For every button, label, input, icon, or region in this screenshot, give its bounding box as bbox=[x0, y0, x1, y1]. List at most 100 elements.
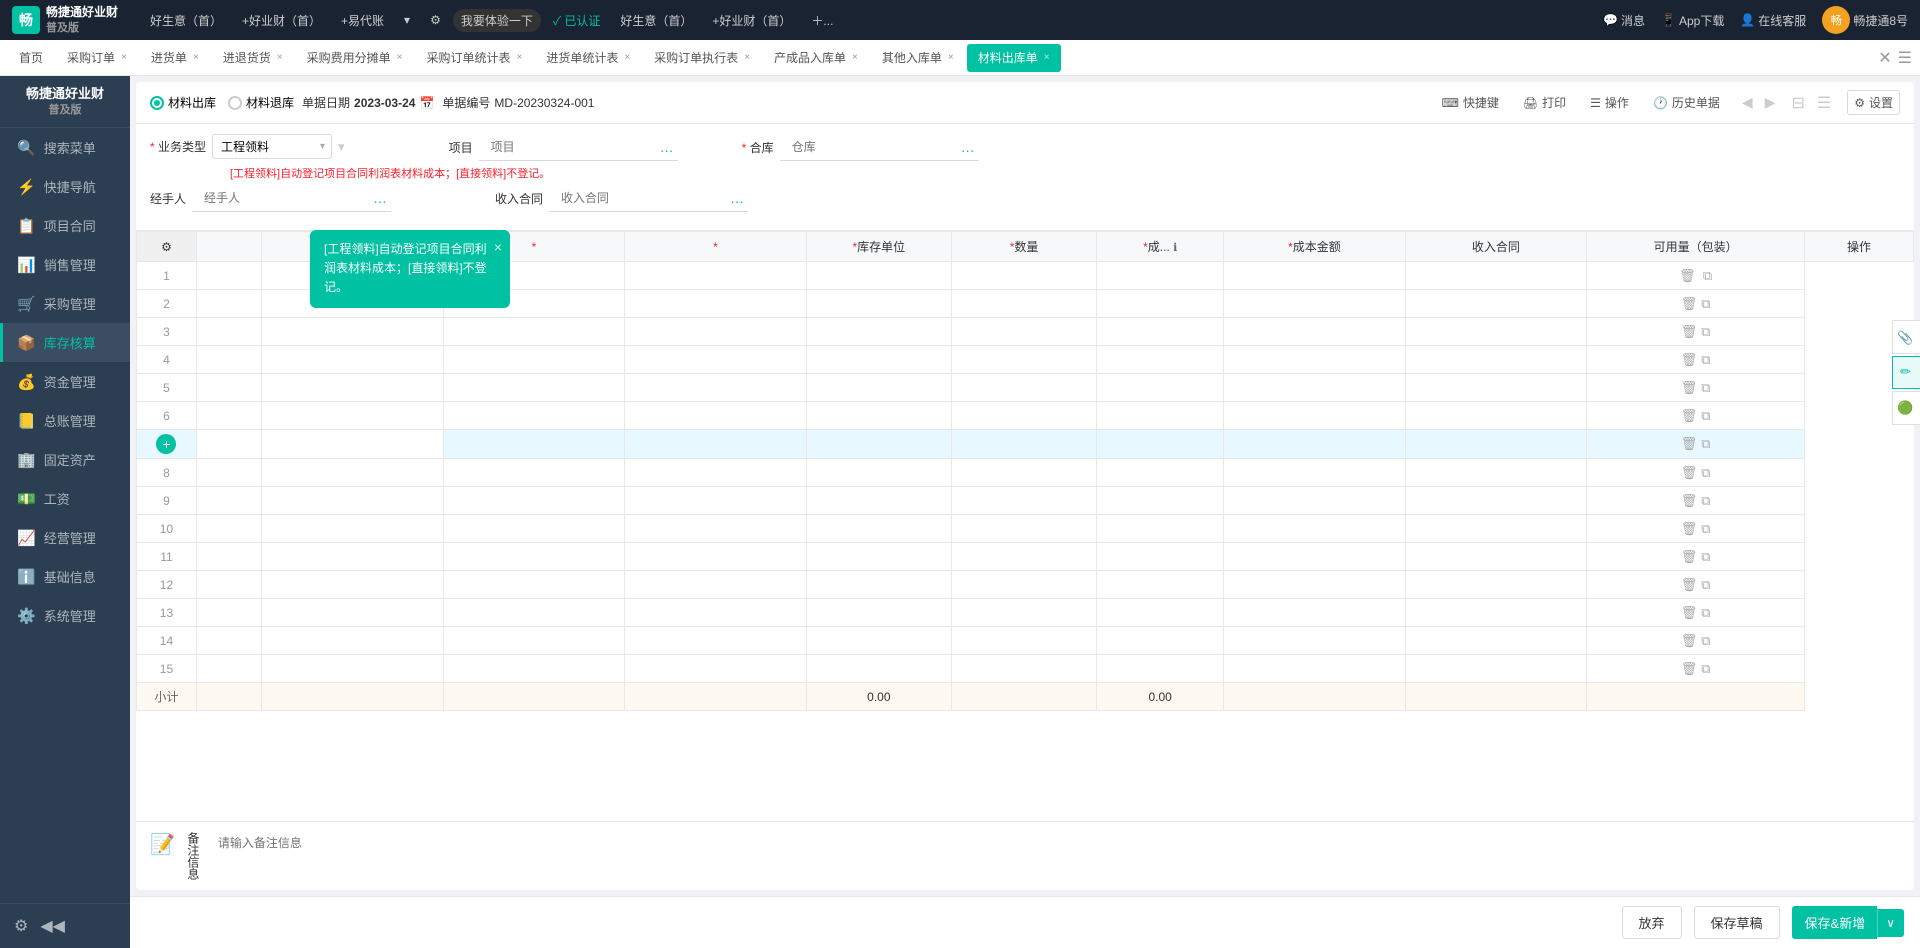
discard-btn[interactable]: 放弃 bbox=[1622, 906, 1682, 939]
tab-purchase-fee[interactable]: 采购费用分摊单× bbox=[296, 44, 414, 72]
right-panel-green[interactable]: 🟢 bbox=[1892, 391, 1920, 425]
row-1-delete[interactable]: 🗑 bbox=[1677, 268, 1698, 283]
view-list-icon[interactable]: ☰ bbox=[1817, 93, 1831, 113]
top-nav-trial[interactable]: 我要体验一下 bbox=[453, 9, 541, 32]
row-4-delete[interactable]: 🗑 bbox=[1679, 352, 1700, 367]
row-1-project[interactable] bbox=[196, 262, 261, 290]
tab-purchase-in-stat[interactable]: 进货单统计表× bbox=[535, 44, 641, 72]
tab-close-purchase-stat[interactable]: × bbox=[516, 52, 522, 63]
row-1-cost-amount[interactable] bbox=[1097, 262, 1224, 290]
right-panel-attachment[interactable]: 📎 bbox=[1892, 320, 1920, 354]
row-2-delete[interactable]: 🗑 bbox=[1679, 296, 1700, 311]
income-contract-dots-btn[interactable]: … bbox=[730, 190, 744, 206]
online-service-btn[interactable]: 👤 在线客服 bbox=[1740, 12, 1806, 29]
row-15-delete[interactable]: 🗑 bbox=[1679, 661, 1700, 676]
top-nav-certified[interactable]: ✓ 已认证 bbox=[545, 8, 609, 33]
row-5-copy[interactable]: ⧉ bbox=[1699, 380, 1712, 395]
view-grid-icon[interactable]: ⊟ bbox=[1791, 93, 1804, 113]
top-nav-settings-icon[interactable]: ⚙ bbox=[422, 9, 449, 31]
row-10-copy[interactable]: ⧉ bbox=[1699, 521, 1712, 536]
sidebar-item-wages[interactable]: 💵 工资 bbox=[0, 479, 130, 518]
row-4-copy[interactable]: ⧉ bbox=[1699, 352, 1712, 367]
tab-close-purchase-fee[interactable]: × bbox=[397, 52, 403, 63]
save-draft-btn[interactable]: 保存草稿 bbox=[1694, 906, 1780, 939]
tab-purchase-in[interactable]: 进货单× bbox=[140, 44, 210, 72]
top-nav-agency[interactable]: +易代账 bbox=[333, 8, 392, 33]
notes-input[interactable] bbox=[218, 832, 1900, 854]
row-6-delete[interactable]: 🗑 bbox=[1679, 408, 1700, 423]
tab-purchase-exec[interactable]: 采购订单执行表× bbox=[643, 44, 761, 72]
project-dots-btn[interactable]: … bbox=[660, 139, 674, 155]
row-1-income-contract[interactable] bbox=[1224, 262, 1406, 290]
row-13-copy[interactable]: ⧉ bbox=[1699, 605, 1712, 620]
row-14-copy[interactable]: ⧉ bbox=[1699, 633, 1712, 648]
tab-purchase-return[interactable]: 进退货货× bbox=[212, 44, 294, 72]
print-btn[interactable]: 🖨 打印 bbox=[1517, 91, 1572, 114]
nav-next[interactable]: ▶ bbox=[1765, 94, 1776, 111]
user-area[interactable]: 畅 畅捷通8号 bbox=[1822, 6, 1908, 34]
business-type-dropdown-icon[interactable]: ▾ bbox=[338, 139, 345, 155]
row-1-copy[interactable]: ⧉ bbox=[1701, 268, 1714, 283]
top-nav-plus-finance[interactable]: +好业财（首） bbox=[234, 8, 329, 33]
income-contract-input[interactable] bbox=[553, 187, 724, 209]
tab-settings[interactable]: ☰ bbox=[1898, 48, 1912, 68]
row-11-delete[interactable]: 🗑 bbox=[1679, 549, 1700, 564]
sidebar-item-inventory[interactable]: 📦 库存核算 bbox=[0, 323, 130, 362]
row-1-quantity[interactable] bbox=[806, 262, 951, 290]
shortcut-btn[interactable]: ⌨ 快捷键 bbox=[1436, 91, 1505, 114]
tab-close-all[interactable]: ✕ bbox=[1878, 48, 1891, 68]
save-new-arrow[interactable]: ∨ bbox=[1877, 909, 1904, 937]
sidebar-item-assets[interactable]: 🏢 固定资产 bbox=[0, 440, 130, 479]
row-5-delete[interactable]: 🗑 bbox=[1679, 380, 1700, 395]
tab-close-product-in[interactable]: × bbox=[852, 52, 858, 63]
sidebar-collapse-btn[interactable]: ◀◀ bbox=[40, 916, 65, 936]
tab-close-purchase-order[interactable]: × bbox=[121, 52, 127, 63]
tab-close-purchase-exec[interactable]: × bbox=[744, 52, 750, 63]
sidebar-item-project[interactable]: 📋 项目合同 bbox=[0, 206, 130, 245]
row-12-copy[interactable]: ⧉ bbox=[1699, 577, 1712, 592]
sidebar-item-sales[interactable]: 📊 销售管理 bbox=[0, 245, 130, 284]
tab-close-other-in[interactable]: × bbox=[948, 52, 954, 63]
tab-close-purchase-in[interactable]: × bbox=[193, 52, 199, 63]
row-12-delete[interactable]: 🗑 bbox=[1679, 577, 1700, 592]
row-2-copy[interactable]: ⧉ bbox=[1699, 296, 1712, 311]
tab-other-in[interactable]: 其他入库单× bbox=[871, 44, 965, 72]
calendar-icon[interactable]: 📅 bbox=[419, 96, 434, 110]
tab-close-material-out[interactable]: × bbox=[1044, 52, 1050, 63]
sidebar-item-purchase[interactable]: 🛒 采购管理 bbox=[0, 284, 130, 323]
row-13-delete[interactable]: 🗑 bbox=[1679, 605, 1700, 620]
project-input[interactable] bbox=[483, 136, 654, 158]
row-14-delete[interactable]: 🗑 bbox=[1679, 633, 1700, 648]
row-10-delete[interactable]: 🗑 bbox=[1679, 521, 1700, 536]
warehouse-dots-btn[interactable]: … bbox=[961, 139, 975, 155]
sidebar-settings-btn[interactable]: ⚙ bbox=[14, 916, 28, 936]
top-nav-good-biz2[interactable]: 好生意（首） bbox=[612, 8, 700, 33]
top-nav-more[interactable]: ＋... bbox=[803, 8, 841, 33]
row-11-copy[interactable]: ⧉ bbox=[1699, 549, 1712, 564]
row-6-copy[interactable]: ⧉ bbox=[1699, 408, 1712, 423]
business-type-select[interactable]: 工程领料 bbox=[212, 134, 332, 159]
settings-btn[interactable]: ⚙ 设置 bbox=[1847, 90, 1900, 115]
row-7-copy[interactable]: ⧉ bbox=[1699, 436, 1712, 451]
sidebar-item-finance[interactable]: 💰 资金管理 bbox=[0, 362, 130, 401]
tooltip-close-btn[interactable]: × bbox=[494, 236, 502, 258]
app-download-btn[interactable]: 📱 App下载 bbox=[1661, 12, 1724, 29]
tab-material-out[interactable]: 材料出库单× bbox=[967, 44, 1061, 72]
operation-btn[interactable]: ☰ 操作 bbox=[1584, 91, 1635, 114]
radio-material-return[interactable]: 材料退库 bbox=[228, 94, 294, 111]
tab-close-purchase-in-stat[interactable]: × bbox=[624, 52, 630, 63]
agent-dots-btn[interactable]: … bbox=[373, 190, 387, 206]
nav-prev[interactable]: ◀ bbox=[1742, 94, 1753, 111]
sidebar-item-search[interactable]: 🔍 搜索菜单 bbox=[0, 128, 130, 167]
top-nav-dropdown[interactable]: ▾ bbox=[396, 9, 418, 31]
radio-material-out[interactable]: 材料出库 bbox=[150, 94, 216, 111]
row-1-unit[interactable] bbox=[625, 262, 807, 290]
row-8-delete[interactable]: 🗑 bbox=[1679, 465, 1700, 480]
tab-purchase-stat[interactable]: 采购订单统计表× bbox=[415, 44, 533, 72]
row-15-copy[interactable]: ⧉ bbox=[1699, 661, 1712, 676]
add-row-btn[interactable]: + bbox=[156, 434, 176, 454]
row-9-delete[interactable]: 🗑 bbox=[1679, 493, 1700, 508]
row-3-copy[interactable]: ⧉ bbox=[1699, 324, 1712, 339]
row-8-copy[interactable]: ⧉ bbox=[1699, 465, 1712, 480]
row-1-available-qty[interactable] bbox=[1405, 262, 1587, 290]
